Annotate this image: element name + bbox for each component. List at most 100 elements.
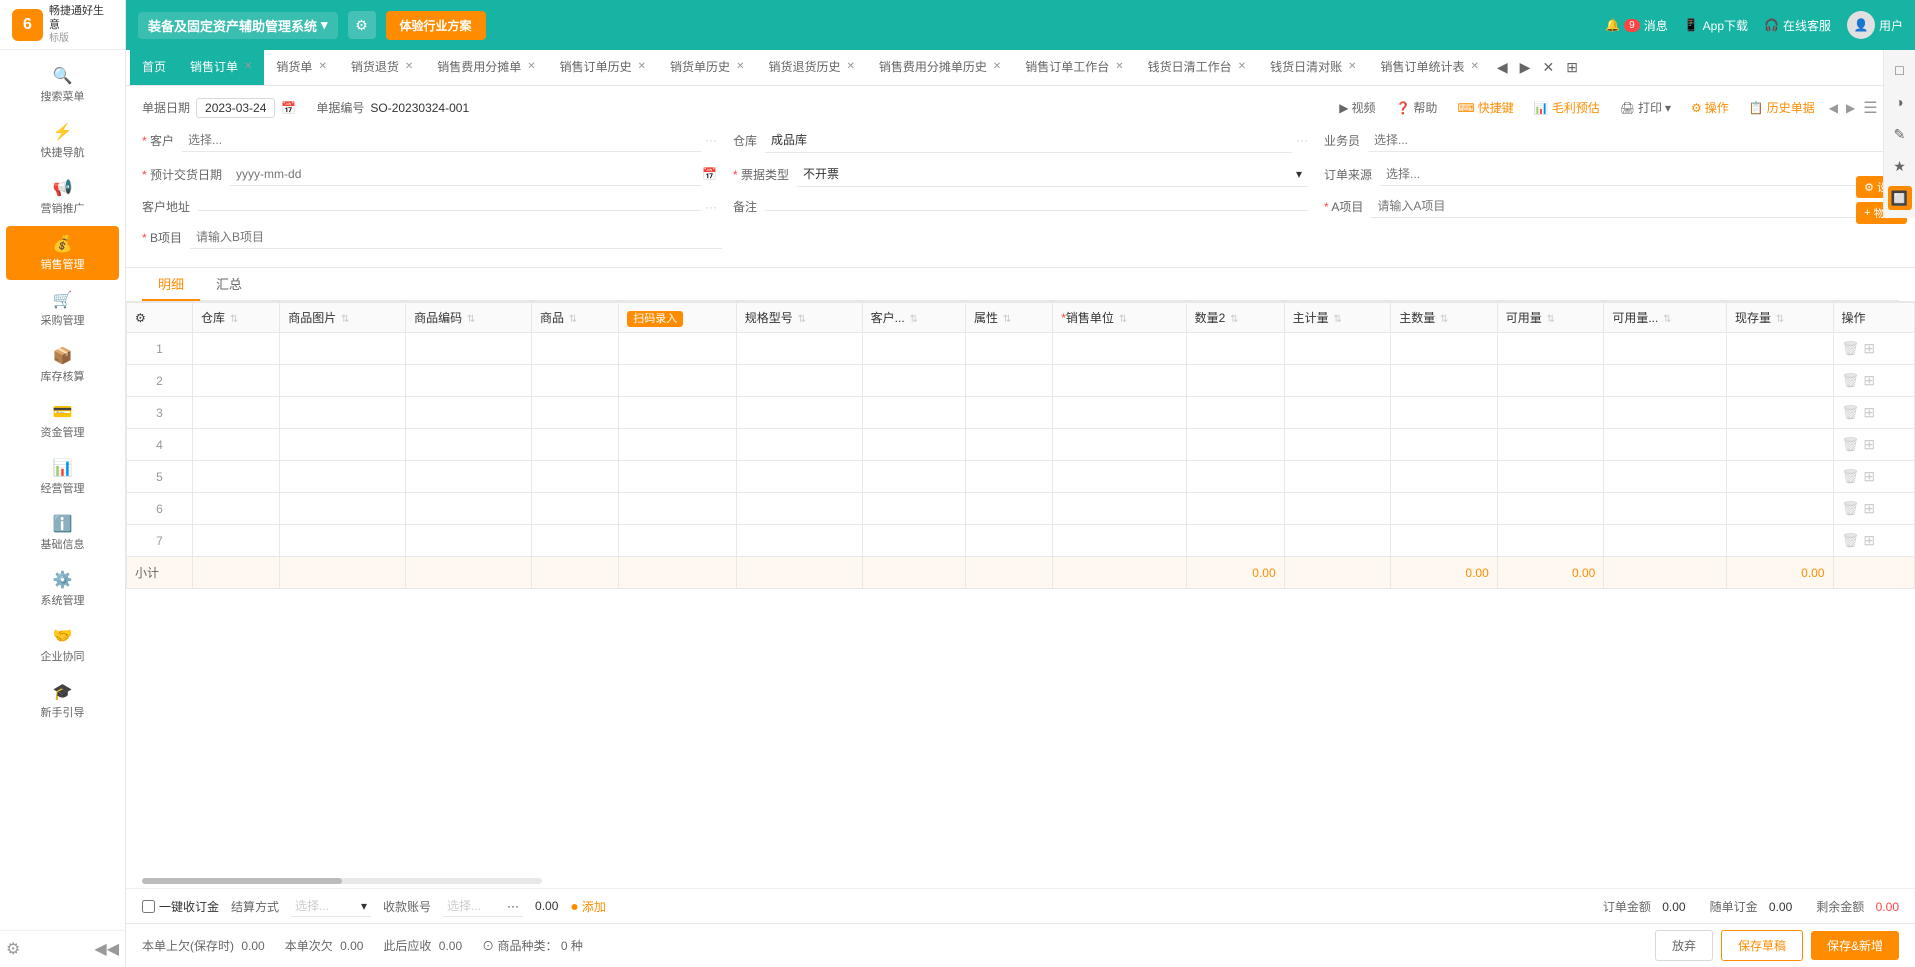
col-header-stock[interactable]: 现存量 ⇅ bbox=[1726, 303, 1833, 333]
col-header-warehouse[interactable]: 仓库 ⇅ bbox=[193, 303, 280, 333]
delete-icon-6[interactable]: 🗑 bbox=[1842, 532, 1860, 549]
sidebar-item-6[interactable]: 💳资金管理 bbox=[6, 394, 119, 448]
copy-icon-2[interactable]: ⊞ bbox=[1863, 404, 1875, 421]
copy-icon-6[interactable]: ⊞ bbox=[1863, 532, 1875, 549]
tab-item-8[interactable]: 销售费用分摊单历史✕ bbox=[867, 50, 1013, 86]
sidebar-item-3[interactable]: 💰销售管理 bbox=[6, 226, 119, 280]
b-project-input[interactable] bbox=[190, 226, 722, 249]
tab-close-3[interactable]: ✕ bbox=[405, 61, 413, 72]
online-service-item[interactable]: 🎧 在线客服 bbox=[1764, 17, 1831, 34]
col-header-spec[interactable]: 规格型号 ⇅ bbox=[736, 303, 862, 333]
rp-icon-5[interactable]: 🔲 bbox=[1888, 186, 1912, 210]
tab-close-7[interactable]: ✕ bbox=[846, 61, 854, 72]
header-settings-button[interactable]: ⚙ bbox=[348, 11, 376, 39]
tab-item-10[interactable]: 钱货日清工作台✕ bbox=[1136, 50, 1258, 86]
calendar-icon[interactable]: 📅 bbox=[281, 101, 296, 115]
app-download-item[interactable]: 📱 App下载 bbox=[1684, 17, 1748, 34]
tab-item-1[interactable]: 销售订单✕ bbox=[178, 50, 264, 86]
address-expand-icon[interactable]: ··· bbox=[705, 200, 717, 214]
tab-item-9[interactable]: 销售订单工作台✕ bbox=[1013, 50, 1135, 86]
tab-nav-btn-1[interactable]: ▶ bbox=[1514, 59, 1537, 76]
customer-expand-icon[interactable]: ··· bbox=[705, 133, 717, 147]
data-table-wrapper[interactable]: ⚙仓库 ⇅商品图片 ⇅商品编码 ⇅商品 ⇅扫码录入规格型号 ⇅客户... ⇅属性… bbox=[126, 302, 1915, 874]
rp-icon-2[interactable]: ◑ bbox=[1888, 90, 1912, 114]
sidebar-item-0[interactable]: 🔍搜索菜单 bbox=[6, 58, 119, 112]
tab-close-4[interactable]: ✕ bbox=[527, 61, 535, 72]
date-calendar-icon[interactable]: 📅 bbox=[702, 167, 717, 181]
tab-close-5[interactable]: ✕ bbox=[638, 61, 646, 72]
view-button[interactable]: ▶ 视频 bbox=[1333, 96, 1381, 119]
sidebar-collapse-icon[interactable]: ◀◀ bbox=[94, 939, 119, 959]
sidebar-item-9[interactable]: ⚙️系统管理 bbox=[6, 562, 119, 616]
tab-item-5[interactable]: 销售订单历史✕ bbox=[548, 50, 658, 86]
shortcut-button[interactable]: ⌨ 快捷键 bbox=[1451, 96, 1519, 119]
form-tab-0[interactable]: 明细 bbox=[142, 268, 200, 301]
notification-item[interactable]: 🔔 9 消息 bbox=[1605, 17, 1668, 34]
sidebar-item-11[interactable]: 🎓新手引导 bbox=[6, 674, 119, 728]
tab-item-6[interactable]: 销货单历史✕ bbox=[658, 50, 756, 86]
sidebar-item-5[interactable]: 📦库存核算 bbox=[6, 338, 119, 392]
sidebar-item-7[interactable]: 📊经营管理 bbox=[6, 450, 119, 504]
tab-close-9[interactable]: ✕ bbox=[1115, 61, 1123, 72]
sidebar-item-2[interactable]: 📢营销推广 bbox=[6, 170, 119, 224]
profit-button[interactable]: 📊 毛利预估 bbox=[1528, 96, 1606, 119]
sidebar-item-4[interactable]: 🛒采购管理 bbox=[6, 282, 119, 336]
tab-close-11[interactable]: ✕ bbox=[1348, 61, 1356, 72]
sidebar-item-1[interactable]: ⚡快捷导航 bbox=[6, 114, 119, 168]
delete-icon-0[interactable]: 🗑 bbox=[1842, 340, 1860, 357]
copy-icon-5[interactable]: ⊞ bbox=[1863, 500, 1875, 517]
history-button[interactable]: 📋 历史单据 bbox=[1743, 96, 1821, 119]
tab-item-2[interactable]: 销货单✕ bbox=[264, 50, 338, 86]
col-header-qty2[interactable]: 数量2 ⇅ bbox=[1186, 303, 1284, 333]
warehouse-expand-icon[interactable]: ··· bbox=[1296, 133, 1308, 147]
payment-method-select[interactable]: 选择... ▾ bbox=[291, 895, 371, 917]
delivery-date-input[interactable] bbox=[230, 163, 702, 186]
col-header-code[interactable]: 商品编码 ⇅ bbox=[406, 303, 532, 333]
one-click-checkbox[interactable] bbox=[142, 900, 155, 913]
invoice-select[interactable]: 不开票 ▾ bbox=[797, 161, 1308, 187]
delete-icon-5[interactable]: 🗑 bbox=[1842, 500, 1860, 517]
form-tab-1[interactable]: 汇总 bbox=[200, 268, 258, 301]
system-name[interactable]: 装备及固定资产辅助管理系统 ▾ bbox=[138, 12, 338, 39]
print-button[interactable]: 🖨 打印 ▾ bbox=[1614, 96, 1677, 119]
delete-icon-2[interactable]: 🗑 bbox=[1842, 404, 1860, 421]
sidebar-settings-icon[interactable]: ⚙ bbox=[6, 939, 20, 959]
tab-item-11[interactable]: 钱货日清对账✕ bbox=[1258, 50, 1368, 86]
industry-solution-button[interactable]: 体验行业方案 bbox=[386, 11, 486, 40]
save-new-button[interactable]: 保存&新增 bbox=[1811, 931, 1899, 960]
col-header-main_qty[interactable]: 主数量 ⇅ bbox=[1391, 303, 1498, 333]
scrollbar-thumb[interactable] bbox=[142, 878, 342, 884]
remark-input[interactable] bbox=[765, 202, 1308, 211]
discard-button[interactable]: 放弃 bbox=[1655, 930, 1713, 961]
tab-close-6[interactable]: ✕ bbox=[736, 61, 744, 72]
staff-input[interactable] bbox=[1368, 129, 1883, 152]
tab-close-8[interactable]: ✕ bbox=[993, 61, 1001, 72]
col-header-name[interactable]: 商品 ⇅ bbox=[532, 303, 619, 333]
date-input[interactable]: 2023-03-24 bbox=[196, 98, 275, 118]
tab-nav-btn-0[interactable]: ◀ bbox=[1491, 59, 1514, 76]
sidebar-item-8[interactable]: ℹ️基础信息 bbox=[6, 506, 119, 560]
tab-close-1[interactable]: ✕ bbox=[244, 61, 252, 72]
tab-close-12[interactable]: ✕ bbox=[1471, 61, 1479, 72]
rp-icon-4[interactable]: ★ bbox=[1888, 154, 1912, 178]
copy-icon-1[interactable]: ⊞ bbox=[1863, 372, 1875, 389]
tab-item-7[interactable]: 销货退货历史✕ bbox=[756, 50, 866, 86]
sidebar-item-10[interactable]: 🤝企业协同 bbox=[6, 618, 119, 672]
tab-nav-btn-2[interactable]: ✕ bbox=[1536, 59, 1560, 76]
col-header-available2[interactable]: 可用量... ⇅ bbox=[1604, 303, 1727, 333]
operation-button[interactable]: ⚙ 操作 bbox=[1685, 96, 1735, 119]
warehouse-value[interactable]: 成品库 bbox=[765, 127, 1292, 153]
next-nav-icon[interactable]: ▶ bbox=[1846, 101, 1855, 115]
tab-item-4[interactable]: 销售费用分摊单✕ bbox=[425, 50, 547, 86]
prev-nav-icon[interactable]: ◀ bbox=[1829, 101, 1838, 115]
account-select[interactable]: 选择... ··· bbox=[443, 895, 523, 917]
col-header-image[interactable]: 商品图片 ⇅ bbox=[280, 303, 406, 333]
delete-icon-1[interactable]: 🗑 bbox=[1842, 372, 1860, 389]
col-header-customer_code[interactable]: 客户... ⇅ bbox=[862, 303, 965, 333]
tab-nav-btn-3[interactable]: ⊞ bbox=[1560, 59, 1584, 76]
tab-item-3[interactable]: 销货退货✕ bbox=[339, 50, 425, 86]
user-item[interactable]: 👤 用户 bbox=[1847, 11, 1903, 39]
copy-icon-4[interactable]: ⊞ bbox=[1863, 468, 1875, 485]
col-header-main_unit[interactable]: 主计量 ⇅ bbox=[1284, 303, 1391, 333]
list-view-icon[interactable]: ☰ bbox=[1863, 98, 1877, 118]
